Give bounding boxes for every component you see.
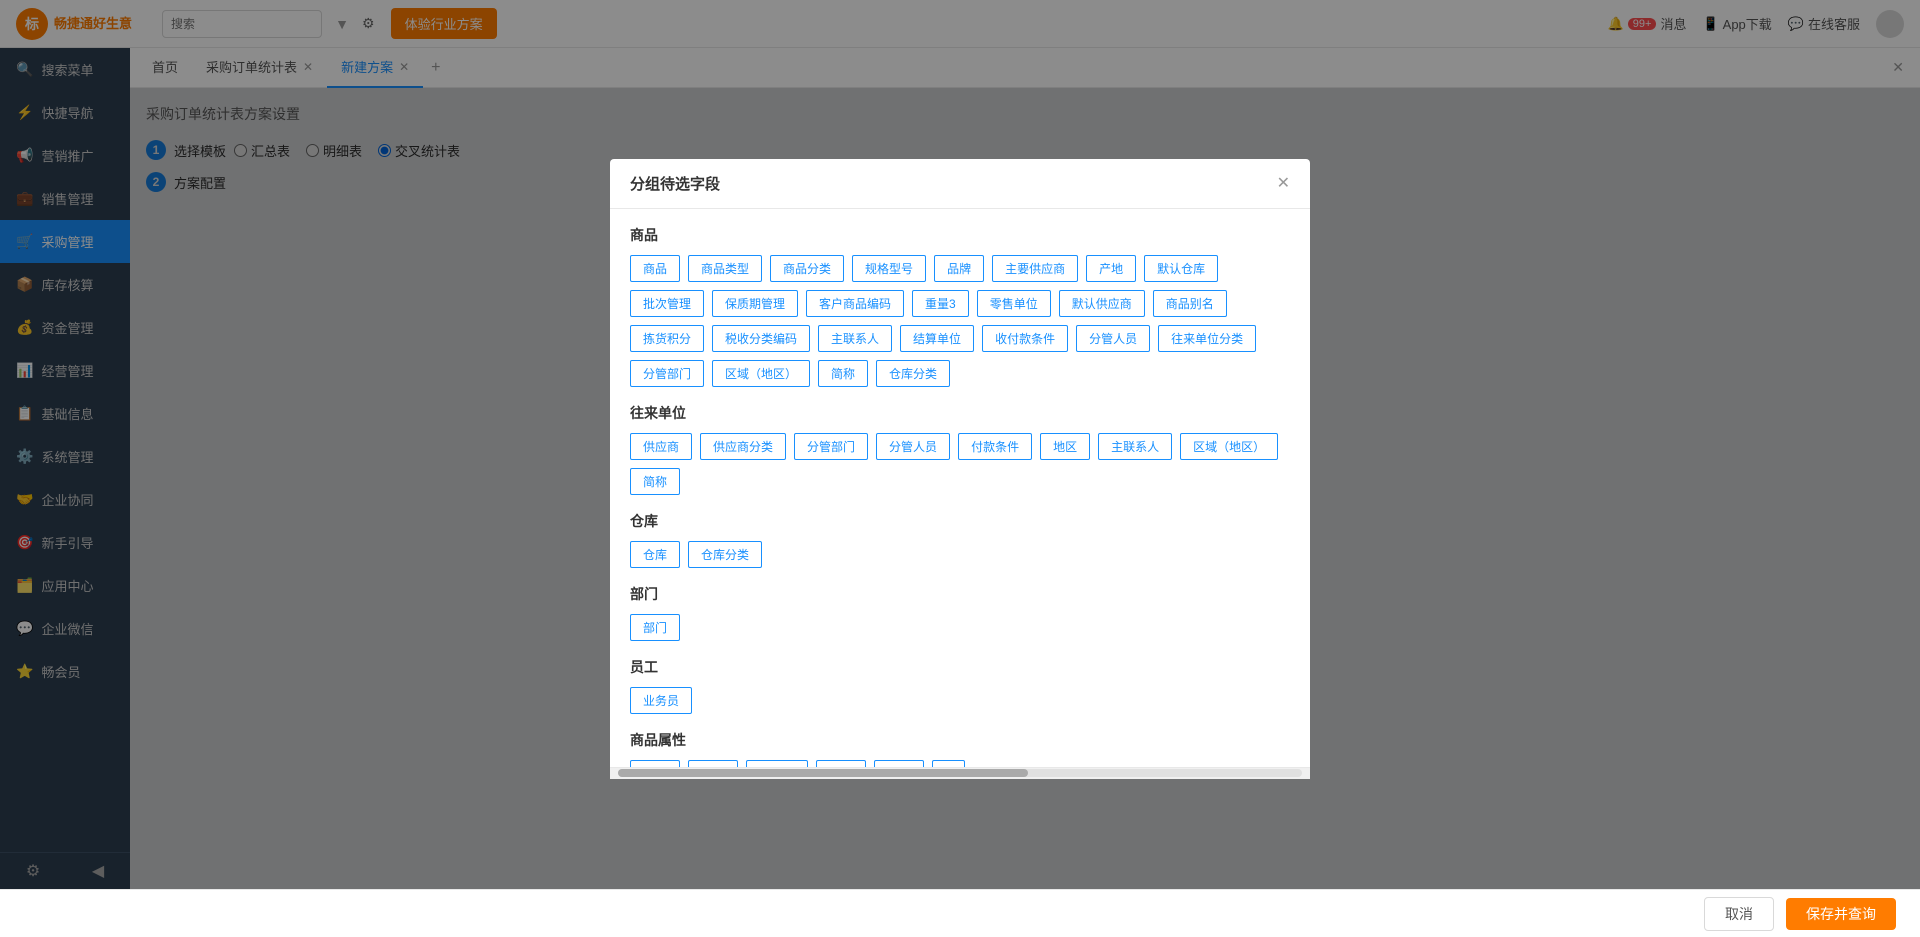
- modal-scroll-bottom: [610, 767, 1310, 779]
- field-tag-goods-24[interactable]: 简称: [818, 360, 868, 387]
- field-tag-goods-11[interactable]: 重量3: [912, 290, 969, 317]
- modal-header: 分组待选字段 ✕: [610, 159, 1310, 209]
- field-grid-goods_props: 属性 颜色 多规格 尺码 鞋码 1: [630, 760, 1290, 767]
- field-tag-goods-7[interactable]: 默认仓库: [1144, 255, 1218, 282]
- field-tag-goods-21[interactable]: 往来单位分类: [1158, 325, 1256, 352]
- field-tag-goods_props-0[interactable]: 属性: [630, 760, 680, 767]
- field-tag-goods_props-4[interactable]: 鞋码: [874, 760, 924, 767]
- field-tag-goods-20[interactable]: 分管人员: [1076, 325, 1150, 352]
- modal-close-button[interactable]: ✕: [1277, 173, 1290, 193]
- field-tag-goods-0[interactable]: 商品: [630, 255, 680, 282]
- field-tag-partner-2[interactable]: 分管部门: [794, 433, 868, 460]
- field-tag-partner-5[interactable]: 地区: [1040, 433, 1090, 460]
- field-tag-goods-22[interactable]: 分管部门: [630, 360, 704, 387]
- section-title-department: 部门: [630, 584, 1290, 604]
- section-title-goods_props: 商品属性: [630, 730, 1290, 750]
- section-title-warehouse: 仓库: [630, 511, 1290, 531]
- modal-body[interactable]: 商品商品商品类型商品分类规格型号品牌主要供应商产地默认仓库批次管理保质期管理客户…: [610, 209, 1310, 767]
- field-tag-partner-6[interactable]: 主联系人: [1098, 433, 1172, 460]
- field-tag-goods-5[interactable]: 主要供应商: [992, 255, 1078, 282]
- field-grid-warehouse: 仓库仓库分类: [630, 541, 1290, 568]
- field-grid-goods: 商品商品类型商品分类规格型号品牌主要供应商产地默认仓库批次管理保质期管理客户商品…: [630, 255, 1290, 387]
- bottom-bar: 取消 保存并查询: [0, 889, 1920, 937]
- field-tag-partner-0[interactable]: 供应商: [630, 433, 692, 460]
- modal-title: 分组待选字段: [630, 173, 720, 194]
- field-tag-goods-13[interactable]: 默认供应商: [1059, 290, 1145, 317]
- field-tag-goods-15[interactable]: 拣货积分: [630, 325, 704, 352]
- field-tag-goods_props-5[interactable]: 1: [932, 760, 965, 767]
- field-tag-goods-4[interactable]: 品牌: [934, 255, 984, 282]
- field-tag-goods_props-2[interactable]: 多规格: [746, 760, 808, 767]
- field-tag-goods-18[interactable]: 结算单位: [900, 325, 974, 352]
- field-tag-goods_props-1[interactable]: 颜色: [688, 760, 738, 767]
- field-tag-warehouse-1[interactable]: 仓库分类: [688, 541, 762, 568]
- cancel-button[interactable]: 取消: [1704, 897, 1774, 931]
- modal-overlay: 分组待选字段 ✕ 商品商品商品类型商品分类规格型号品牌主要供应商产地默认仓库批次…: [0, 0, 1920, 937]
- field-tag-goods-17[interactable]: 主联系人: [818, 325, 892, 352]
- field-tag-warehouse-0[interactable]: 仓库: [630, 541, 680, 568]
- field-tag-department-0[interactable]: 部门: [630, 614, 680, 641]
- section-title-partner: 往来单位: [630, 403, 1290, 423]
- field-tag-goods_props-3[interactable]: 尺码: [816, 760, 866, 767]
- field-grid-department: 部门: [630, 614, 1290, 641]
- field-tag-goods-19[interactable]: 收付款条件: [982, 325, 1068, 352]
- field-tag-goods-12[interactable]: 零售单位: [977, 290, 1051, 317]
- field-tag-partner-4[interactable]: 付款条件: [958, 433, 1032, 460]
- field-tag-goods-23[interactable]: 区域（地区）: [712, 360, 810, 387]
- field-grid-employee: 业务员: [630, 687, 1290, 714]
- save-query-button[interactable]: 保存并查询: [1786, 898, 1896, 930]
- field-tag-goods-2[interactable]: 商品分类: [770, 255, 844, 282]
- field-tag-goods-10[interactable]: 客户商品编码: [806, 290, 904, 317]
- field-tag-goods-16[interactable]: 税收分类编码: [712, 325, 810, 352]
- field-tag-partner-8[interactable]: 简称: [630, 468, 680, 495]
- modal-dialog: 分组待选字段 ✕ 商品商品商品类型商品分类规格型号品牌主要供应商产地默认仓库批次…: [610, 159, 1310, 779]
- field-tag-employee-0[interactable]: 业务员: [630, 687, 692, 714]
- field-tag-goods-25[interactable]: 仓库分类: [876, 360, 950, 387]
- section-title-goods: 商品: [630, 225, 1290, 245]
- field-tag-partner-7[interactable]: 区域（地区）: [1180, 433, 1278, 460]
- field-tag-goods-1[interactable]: 商品类型: [688, 255, 762, 282]
- field-grid-partner: 供应商供应商分类分管部门分管人员付款条件地区主联系人区域（地区） 简称: [630, 433, 1290, 495]
- field-tag-partner-3[interactable]: 分管人员: [876, 433, 950, 460]
- field-tag-goods-8[interactable]: 批次管理: [630, 290, 704, 317]
- field-tag-goods-3[interactable]: 规格型号: [852, 255, 926, 282]
- field-tag-goods-9[interactable]: 保质期管理: [712, 290, 798, 317]
- section-title-employee: 员工: [630, 657, 1290, 677]
- field-tag-partner-1[interactable]: 供应商分类: [700, 433, 786, 460]
- field-tag-goods-14[interactable]: 商品别名: [1153, 290, 1227, 317]
- field-tag-goods-6[interactable]: 产地: [1086, 255, 1136, 282]
